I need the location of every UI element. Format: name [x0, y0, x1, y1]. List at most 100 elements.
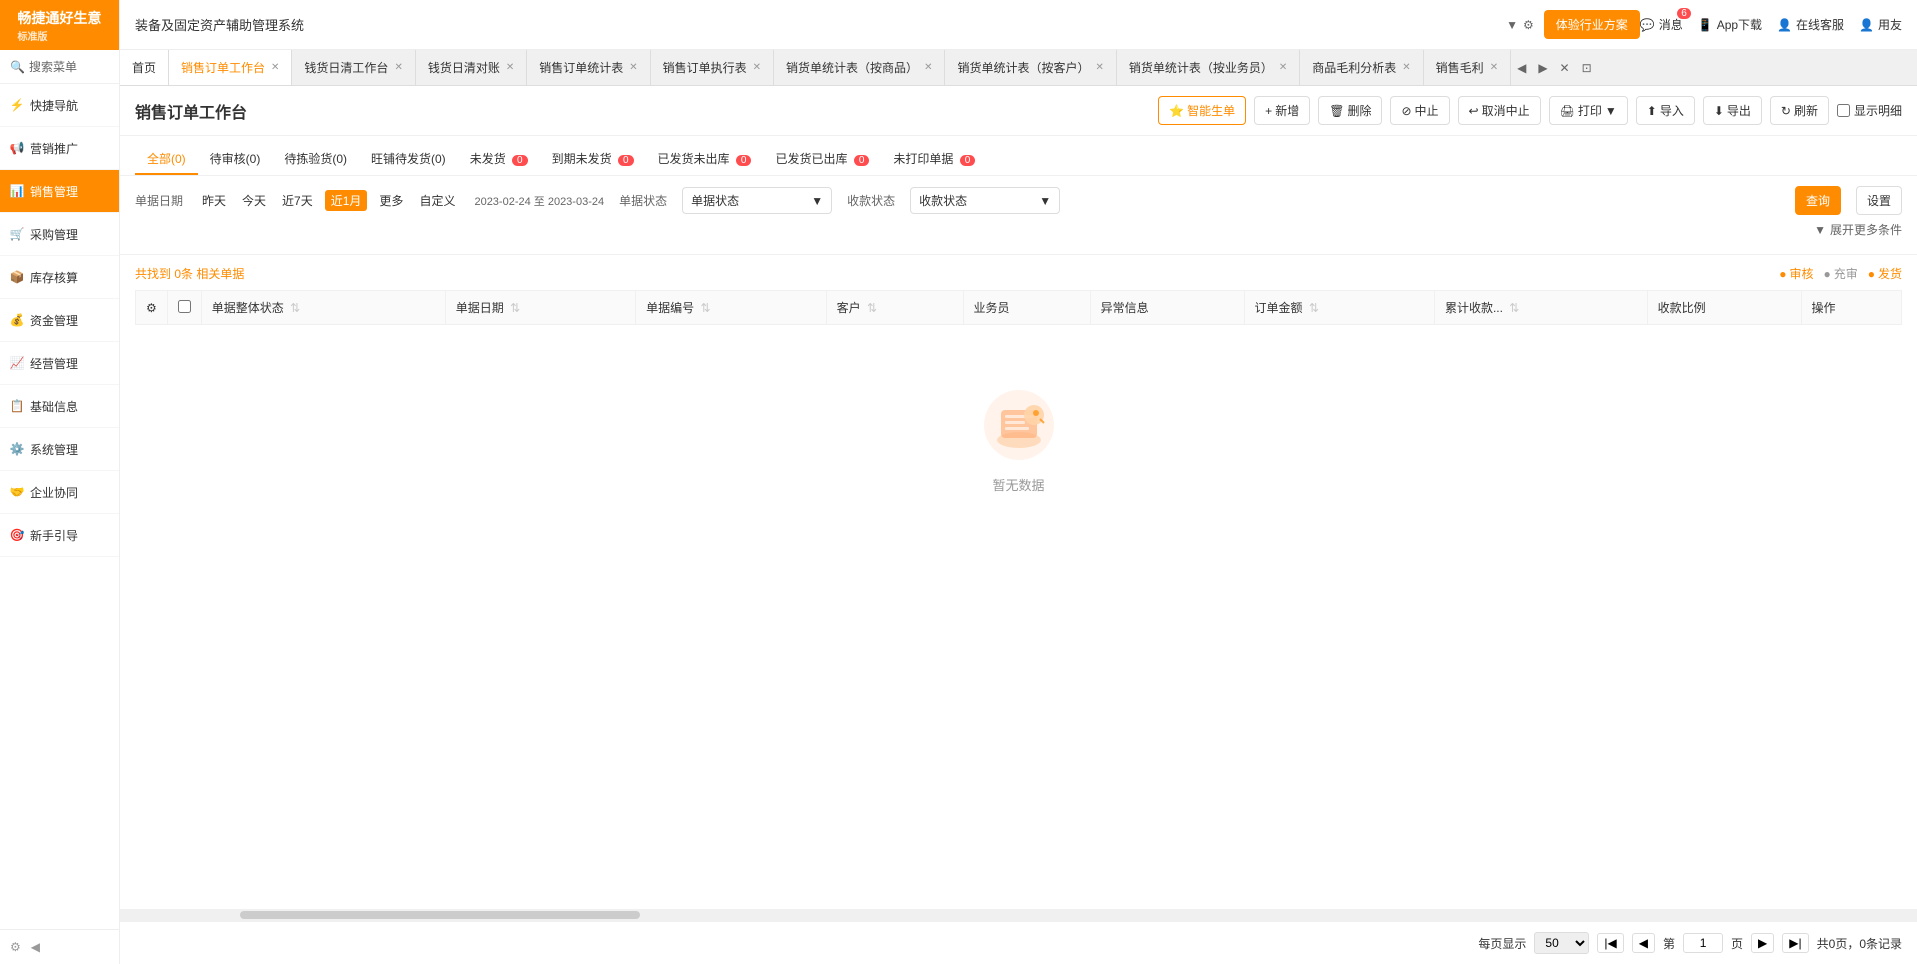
sidebar-item-purchase[interactable]: 🛒 采购管理	[0, 213, 119, 256]
collapse-icon[interactable]: ◀	[31, 940, 40, 954]
overdue-badge: 0	[618, 155, 634, 166]
horizontal-scrollbar[interactable]	[120, 909, 1917, 921]
tab-margin-analysis[interactable]: 商品毛利分析表 ✕	[1300, 50, 1423, 86]
per-page-select[interactable]: 50 20 100	[1534, 932, 1589, 954]
col-checkbox[interactable]	[167, 291, 201, 325]
smart-create-btn[interactable]: ⭐ 智能生单	[1158, 96, 1246, 125]
tab-close-icon-5[interactable]: ✕	[753, 62, 761, 73]
tab-close-icon-10[interactable]: ✕	[1490, 62, 1498, 73]
sidebar-item-collab[interactable]: 🤝 企业协同	[0, 471, 119, 514]
sub-tab-unshipped[interactable]: 未发货 0	[458, 144, 540, 175]
first-page-btn[interactable]: |◀	[1597, 933, 1623, 953]
payment-select[interactable]: 收款状态 ▼	[910, 187, 1060, 214]
tab-close-icon-2[interactable]: ✕	[394, 62, 402, 73]
date-yesterday[interactable]: 昨天	[198, 190, 230, 211]
revoke-action-btn[interactable]: ● 充审	[1823, 265, 1857, 282]
import-btn[interactable]: ⬆ 导入	[1636, 96, 1695, 125]
scrollbar-thumb[interactable]	[240, 911, 640, 919]
sidebar-item-basicinfo[interactable]: 📋 基础信息	[0, 385, 119, 428]
sub-tab-unprinted[interactable]: 未打印单据 0	[881, 144, 987, 175]
last-page-btn[interactable]: ▶|	[1782, 933, 1808, 953]
table-count-summary: 共找到 0条 相关单据	[135, 265, 244, 282]
tab-close-icon-6[interactable]: ✕	[924, 62, 932, 73]
show-detail-checkbox[interactable]	[1837, 104, 1850, 117]
message-btn[interactable]: 💬 消息 6	[1640, 16, 1683, 33]
tab-customer-stats[interactable]: 销货单统计表（按客户） ✕	[945, 50, 1116, 86]
sidebar-item-inventory[interactable]: 📦 库存核算	[0, 256, 119, 299]
tab-salesperson-stats[interactable]: 销货单统计表（按业务员） ✕	[1117, 50, 1300, 86]
ship-action-btn[interactable]: ● 发货	[1868, 265, 1902, 282]
app-download-btn[interactable]: 📱 App下载	[1698, 16, 1762, 33]
sort-icon-7[interactable]: ⇅	[1509, 301, 1519, 315]
tab-product-stats[interactable]: 销货单统计表（按商品） ✕	[774, 50, 945, 86]
sidebar-item-quicknav[interactable]: ⚡ 快捷导航	[0, 84, 119, 127]
sub-tab-all[interactable]: 全部(0)	[135, 144, 198, 175]
sort-icon-0[interactable]: ⇅	[290, 301, 300, 315]
tab-daily-clear[interactable]: 钱货日清工作台 ✕	[292, 50, 415, 86]
date-7days[interactable]: 近7天	[278, 190, 317, 211]
tab-reconcile[interactable]: 钱货日清对账 ✕	[416, 50, 527, 86]
data-table-container: ⚙ 单据整体状态 ⇅ 单据日期 ⇅ 单据编号	[135, 290, 1902, 554]
status-select[interactable]: 单据状态 ▼	[682, 187, 832, 214]
tab-sales-exec[interactable]: 销售订单执行表 ✕	[651, 50, 774, 86]
date-today[interactable]: 今天	[238, 190, 270, 211]
filter-settings-btn[interactable]: 设置	[1856, 186, 1902, 215]
page-number-input[interactable]	[1683, 933, 1723, 953]
tab-expand-btn[interactable]: ⊡	[1576, 50, 1598, 86]
user-btn[interactable]: 👤 用友	[1859, 16, 1902, 33]
sort-icon-2[interactable]: ⇅	[701, 301, 711, 315]
sidebar-item-newguide[interactable]: 🎯 新手引导	[0, 514, 119, 557]
sub-tab-pending-audit[interactable]: 待审核(0)	[198, 144, 273, 175]
delete-btn[interactable]: 🗑 删除	[1318, 96, 1382, 125]
experience-btn[interactable]: 体验行业方案	[1544, 10, 1640, 39]
refresh-btn[interactable]: ↻ 刷新	[1770, 96, 1829, 125]
tab-close-icon-7[interactable]: ✕	[1095, 62, 1103, 73]
sidebar-item-search[interactable]: 🔍 搜索菜单	[0, 50, 119, 84]
tab-close-icon-9[interactable]: ✕	[1402, 62, 1410, 73]
stop-btn[interactable]: ⊘ 中止	[1390, 96, 1449, 125]
date-more[interactable]: 更多	[375, 190, 407, 211]
date-1month[interactable]: 近1月	[325, 190, 368, 211]
tab-home[interactable]: 首页	[120, 50, 169, 86]
settings-icon[interactable]: ⚙	[1523, 18, 1534, 32]
col-salesperson: 业务员	[963, 291, 1090, 325]
sub-tab-pending-pick[interactable]: 待拣验货(0)	[272, 144, 359, 175]
tab-close-icon-8[interactable]: ✕	[1279, 62, 1287, 73]
sidebar-item-marketing[interactable]: 📢 营销推广	[0, 127, 119, 170]
cancel-stop-btn[interactable]: ↩ 取消中止	[1458, 96, 1541, 125]
audit-action-btn[interactable]: ● 审核	[1779, 265, 1813, 282]
dropdown-arrow-icon[interactable]: ▼	[1506, 18, 1518, 32]
sidebar-item-system[interactable]: ⚙️ 系统管理	[0, 428, 119, 471]
sidebar-item-sales[interactable]: 📊 销售管理	[0, 170, 119, 213]
print-btn[interactable]: 🖨 打印 ▼	[1549, 96, 1628, 125]
sub-tab-shipped-out[interactable]: 已发货已出库 0	[763, 144, 881, 175]
tab-close-icon[interactable]: ✕	[271, 62, 279, 73]
tab-sales-stats[interactable]: 销售订单统计表 ✕	[527, 50, 650, 86]
sub-tab-overdue-unshipped[interactable]: 到期未发货 0	[540, 144, 646, 175]
expand-conditions-btn[interactable]: ▼ 展开更多条件	[1814, 221, 1902, 238]
next-page-btn[interactable]: ▶	[1751, 933, 1774, 953]
sub-tab-wangpu-ship[interactable]: 旺铺待发货(0)	[359, 144, 458, 175]
tab-next-btn[interactable]: ▶	[1532, 50, 1553, 86]
settings-bottom-icon[interactable]: ⚙	[10, 940, 21, 954]
query-btn[interactable]: 查询	[1795, 186, 1841, 215]
sort-icon-3[interactable]: ⇅	[867, 301, 877, 315]
tab-close-icon-4[interactable]: ✕	[629, 62, 637, 73]
sidebar-item-operations[interactable]: 📈 经营管理	[0, 342, 119, 385]
tab-close-icon-3[interactable]: ✕	[506, 62, 514, 73]
sidebar-item-finance[interactable]: 💰 资金管理	[0, 299, 119, 342]
add-btn[interactable]: + 新增	[1254, 96, 1310, 125]
select-all-checkbox[interactable]	[178, 300, 191, 313]
tab-sales-order-workspace[interactable]: 销售订单工作台 ✕	[169, 50, 292, 86]
date-custom[interactable]: 自定义	[415, 190, 459, 211]
sort-icon-1[interactable]: ⇅	[510, 301, 520, 315]
col-settings[interactable]: ⚙	[136, 291, 168, 325]
tab-close-all-btn[interactable]: ✕	[1554, 50, 1576, 86]
online-service-btn[interactable]: 👤 在线客服	[1777, 16, 1844, 33]
prev-page-btn[interactable]: ◀	[1632, 933, 1655, 953]
sort-icon-6[interactable]: ⇅	[1309, 301, 1319, 315]
export-btn[interactable]: ⬇ 导出	[1703, 96, 1762, 125]
tab-sales-margin[interactable]: 销售毛利 ✕	[1424, 50, 1511, 86]
tab-prev-btn[interactable]: ◀	[1511, 50, 1532, 86]
sub-tab-shipped-not-out[interactable]: 已发货未出库 0	[646, 144, 764, 175]
